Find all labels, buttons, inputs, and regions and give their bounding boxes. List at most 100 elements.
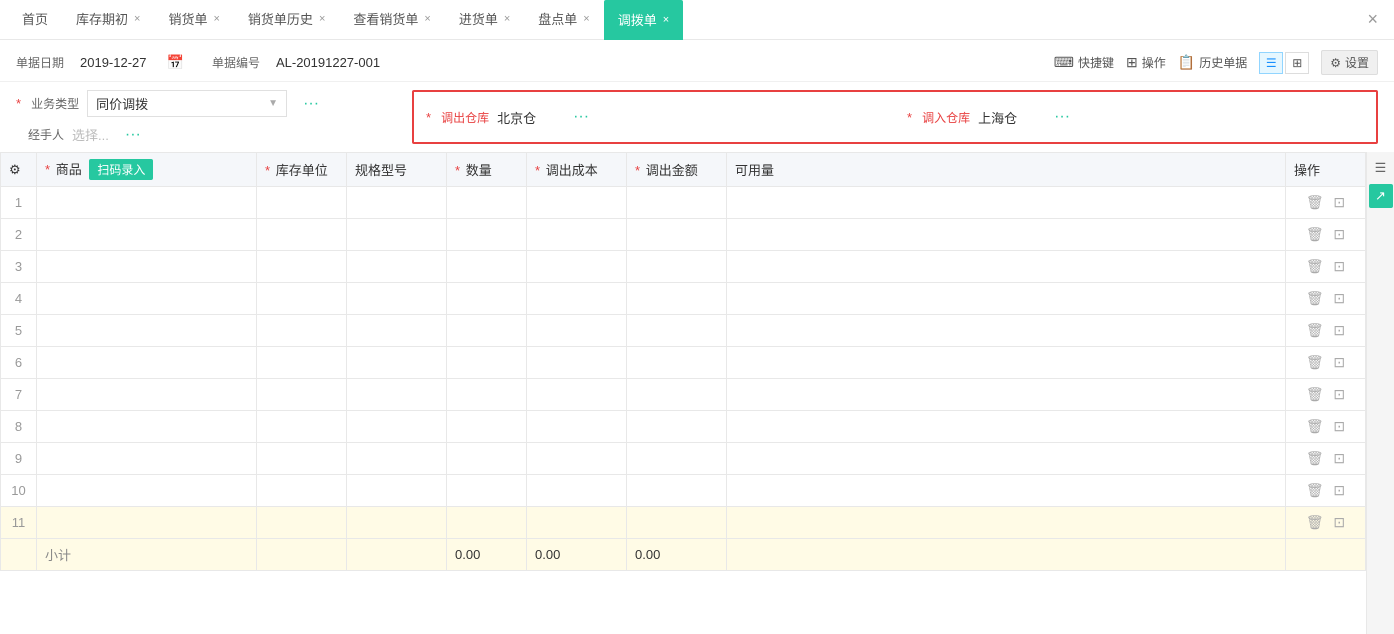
scroll-area[interactable]: ⚙ * 商品 扫码录入 * 库存单位 规格型号 — [0, 152, 1366, 634]
cell-unit-last[interactable] — [257, 507, 347, 539]
cell-unit[interactable] — [257, 315, 347, 347]
copy-icon[interactable]: ⊡ — [1333, 418, 1345, 434]
copy-icon-last[interactable]: ⊡ — [1333, 514, 1345, 530]
cell-spec[interactable] — [347, 283, 447, 315]
cell-spec-last[interactable] — [347, 507, 447, 539]
handler-select[interactable]: 选择... — [72, 125, 109, 144]
copy-icon[interactable]: ⊡ — [1333, 194, 1345, 210]
cell-available[interactable] — [727, 283, 1286, 315]
tab-sales-order[interactable]: 销货单 × — [154, 0, 233, 40]
cell-available[interactable] — [727, 347, 1286, 379]
cell-cost[interactable] — [527, 187, 627, 219]
copy-icon[interactable]: ⊡ — [1333, 322, 1345, 338]
cell-available-last[interactable] — [727, 507, 1286, 539]
cell-unit[interactable] — [257, 475, 347, 507]
cell-unit[interactable] — [257, 251, 347, 283]
delete-icon-last[interactable]: 🗑 — [1306, 514, 1324, 530]
cell-cost[interactable] — [527, 283, 627, 315]
cell-unit[interactable] — [257, 283, 347, 315]
cell-product-last[interactable] — [37, 507, 257, 539]
cell-product[interactable] — [37, 187, 257, 219]
calendar-icon[interactable]: 📅 — [167, 54, 184, 71]
cell-amount[interactable] — [627, 187, 727, 219]
delete-icon[interactable]: 🗑 — [1306, 386, 1324, 402]
cell-cost[interactable] — [527, 475, 627, 507]
cell-cost[interactable] — [527, 379, 627, 411]
cell-amount[interactable] — [627, 251, 727, 283]
cell-qty[interactable] — [447, 411, 527, 443]
cell-qty[interactable] — [447, 315, 527, 347]
delete-icon[interactable]: 🗑 — [1306, 418, 1324, 434]
cell-spec[interactable] — [347, 347, 447, 379]
close-inventory-init[interactable]: × — [134, 13, 140, 25]
close-view-sales[interactable]: × — [424, 13, 430, 25]
cell-spec[interactable] — [347, 379, 447, 411]
cell-amount[interactable] — [627, 219, 727, 251]
delete-icon[interactable]: 🗑 — [1306, 226, 1324, 242]
cell-available[interactable] — [727, 443, 1286, 475]
in-warehouse-ellipsis[interactable]: ··· — [1054, 108, 1070, 126]
cell-unit[interactable] — [257, 347, 347, 379]
business-type-ellipsis[interactable]: ··· — [303, 95, 319, 113]
tab-view-sales[interactable]: 查看销货单 × — [339, 0, 444, 40]
delete-icon[interactable]: 🗑 — [1306, 290, 1324, 306]
cell-spec[interactable] — [347, 443, 447, 475]
cell-available[interactable] — [727, 187, 1286, 219]
scan-button[interactable]: 扫码录入 — [89, 159, 153, 180]
tab-inventory-check[interactable]: 盘点单 × — [524, 0, 603, 40]
cell-cost[interactable] — [527, 443, 627, 475]
layout-btn-list[interactable]: ☰ — [1259, 52, 1283, 74]
cell-product[interactable] — [37, 411, 257, 443]
cell-product[interactable] — [37, 475, 257, 507]
close-transfer-order[interactable]: × — [663, 14, 669, 26]
cell-spec[interactable] — [347, 219, 447, 251]
cell-cost[interactable] — [527, 315, 627, 347]
tab-home[interactable]: 首页 — [8, 0, 62, 40]
cell-qty[interactable] — [447, 219, 527, 251]
cell-unit[interactable] — [257, 379, 347, 411]
cell-spec[interactable] — [347, 251, 447, 283]
cell-amount[interactable] — [627, 411, 727, 443]
cell-product[interactable] — [37, 347, 257, 379]
cell-qty[interactable] — [447, 251, 527, 283]
cell-amount[interactable] — [627, 475, 727, 507]
cell-unit[interactable] — [257, 411, 347, 443]
close-sales-order[interactable]: × — [213, 13, 219, 25]
col-settings[interactable]: ⚙ — [1, 153, 37, 187]
delete-icon[interactable]: 🗑 — [1306, 354, 1324, 370]
copy-icon[interactable]: ⊡ — [1333, 386, 1345, 402]
cell-qty[interactable] — [447, 443, 527, 475]
history-button[interactable]: 📋 历史单据 — [1178, 54, 1247, 71]
cell-product[interactable] — [37, 283, 257, 315]
cell-cost[interactable] — [527, 219, 627, 251]
cell-spec[interactable] — [347, 187, 447, 219]
cell-qty[interactable] — [447, 475, 527, 507]
delete-icon[interactable]: 🗑 — [1306, 322, 1324, 338]
cell-product[interactable] — [37, 379, 257, 411]
copy-icon[interactable]: ⊡ — [1333, 258, 1345, 274]
delete-icon[interactable]: 🗑 — [1306, 194, 1324, 210]
cell-amount[interactable] — [627, 283, 727, 315]
cell-amount[interactable] — [627, 443, 727, 475]
cell-cost-last[interactable] — [527, 507, 627, 539]
cell-unit[interactable] — [257, 219, 347, 251]
operations-button[interactable]: ⊞ 操作 — [1126, 54, 1166, 71]
out-warehouse-ellipsis[interactable]: ··· — [573, 108, 589, 126]
cell-spec[interactable] — [347, 315, 447, 347]
cell-spec[interactable] — [347, 475, 447, 507]
settings-button[interactable]: ⚙ 设置 — [1321, 50, 1378, 75]
cell-qty[interactable] — [447, 347, 527, 379]
cell-amount[interactable] — [627, 379, 727, 411]
delete-icon[interactable]: 🗑 — [1306, 450, 1324, 466]
cell-amount[interactable] — [627, 315, 727, 347]
cell-available[interactable] — [727, 251, 1286, 283]
cell-spec[interactable] — [347, 411, 447, 443]
business-type-select[interactable]: 同价调拨 ▼ — [87, 90, 287, 117]
cell-product[interactable] — [37, 219, 257, 251]
cell-cost[interactable] — [527, 251, 627, 283]
in-warehouse-value[interactable]: 上海仓 — [978, 108, 1038, 127]
cell-available[interactable] — [727, 475, 1286, 507]
sidebar-export-icon[interactable]: ↗ — [1369, 184, 1393, 208]
shortcuts-button[interactable]: ⌨ 快捷键 — [1054, 54, 1114, 71]
cell-available[interactable] — [727, 315, 1286, 347]
